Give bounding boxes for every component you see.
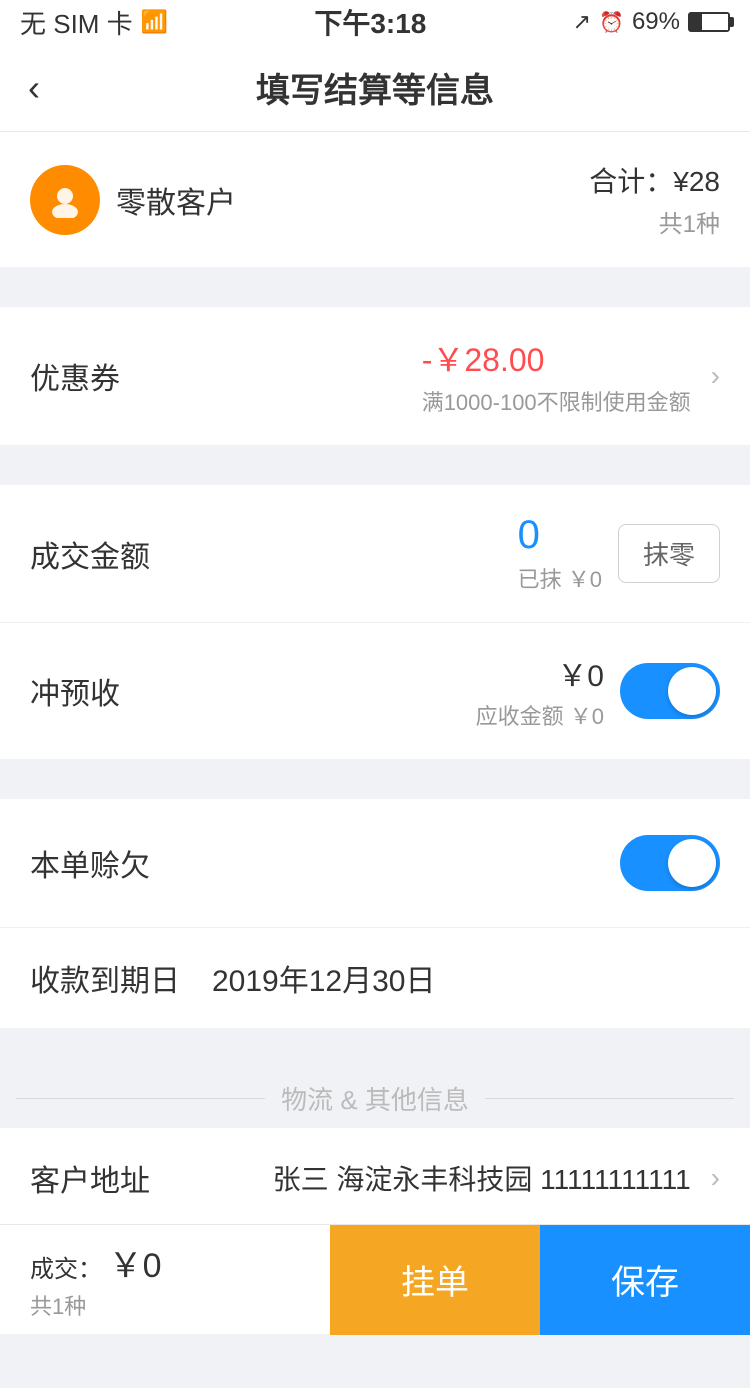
customer-avatar — [30, 165, 100, 235]
nav-bar: ‹ 填写结算等信息 — [0, 44, 750, 132]
page-title: 填写结算等信息 — [256, 63, 494, 112]
debt-row: 本单赊欠 — [0, 799, 750, 927]
customer-total: 合计：¥28 — [589, 160, 720, 200]
customer-count: 共1种 — [589, 204, 720, 239]
status-time: 下午3:18 — [314, 2, 426, 42]
back-button[interactable]: ‹ — [28, 67, 40, 109]
due-date-row: 收款到期日 2019年12月30日 — [0, 927, 750, 1028]
coupon-chevron: › — [711, 360, 720, 392]
coupon-value: -￥28.00 — [422, 335, 691, 381]
coupon-row[interactable]: 优惠券 -￥28.00 满1000-100不限制使用金额 › — [0, 307, 750, 445]
status-bar: 无 SIM 卡 📶 下午3:18 ↗ ⏰ 69% — [0, 0, 750, 44]
logistics-divider: 物流 & 其他信息 — [0, 1068, 750, 1128]
bottom-summary: 成交： ￥0 共1种 — [0, 1238, 330, 1321]
bottom-summary-count: 共1种 — [30, 1289, 300, 1321]
deal-label: 成交金额 — [30, 532, 150, 576]
customer-summary: 合计：¥28 共1种 — [589, 160, 720, 239]
address-label: 客户地址 — [30, 1156, 150, 1200]
deal-right: 0 已抹 ￥0 抹零 — [518, 513, 720, 594]
coupon-section: 优惠券 -￥28.00 满1000-100不限制使用金额 › — [0, 307, 750, 445]
debt-label: 本单赊欠 — [30, 841, 150, 885]
customer-card: 零散客户 合计：¥28 共1种 — [0, 132, 750, 267]
prepay-sub: 应收金额 ￥0 — [476, 699, 604, 731]
prepay-value: ￥0 — [476, 651, 604, 695]
coupon-right: -￥28.00 满1000-100不限制使用金额 › — [422, 335, 720, 417]
deal-section: 成交金额 0 已抹 ￥0 抹零 冲预收 ￥0 应收金额 ￥0 — [0, 485, 750, 759]
deal-value: 0 — [518, 513, 602, 558]
hang-button[interactable]: 挂单 — [330, 1225, 540, 1335]
address-value: 张三 海淀永丰科技园 11111111111 — [166, 1158, 691, 1198]
customer-left: 零散客户 — [30, 165, 236, 235]
content-area: 零散客户 合计：¥28 共1种 优惠券 -￥28.00 满1000-100不限制… — [0, 132, 750, 1388]
divider-line-left — [16, 1098, 265, 1099]
prepay-label: 冲预收 — [30, 669, 150, 713]
prepay-right: ￥0 应收金额 ￥0 — [476, 651, 720, 731]
coupon-label: 优惠券 — [30, 354, 150, 398]
deal-sub: 已抹 ￥0 — [518, 562, 602, 594]
location-icon: ↗ — [573, 9, 591, 35]
toggle-knob — [668, 667, 716, 715]
due-value: 2019年12月30日 — [212, 956, 435, 1000]
bottom-summary-top: 成交： ￥0 — [30, 1238, 300, 1287]
prepay-toggle[interactable] — [620, 663, 720, 719]
customer-name: 零散客户 — [116, 178, 236, 222]
debt-toggle[interactable] — [620, 835, 720, 891]
logistics-section: 物流 & 其他信息 客户地址 张三 海淀永丰科技园 11111111111 › — [0, 1068, 750, 1228]
deal-row: 成交金额 0 已抹 ￥0 抹零 — [0, 485, 750, 623]
save-button[interactable]: 保存 — [540, 1225, 750, 1335]
status-left: 无 SIM 卡 📶 — [20, 4, 168, 41]
divider-line-right — [485, 1098, 734, 1099]
wifi-icon: 📶 — [141, 9, 168, 35]
bottom-bar: 成交： ￥0 共1种 挂单 保存 — [0, 1224, 750, 1334]
alarm-icon: ⏰ — [599, 10, 624, 35]
battery-icon — [688, 12, 730, 32]
address-chevron: › — [711, 1162, 720, 1194]
due-label: 收款到期日 — [30, 956, 180, 1000]
summary-amount: ￥0 — [109, 1247, 162, 1285]
debt-section: 本单赊欠 收款到期日 2019年12月30日 — [0, 799, 750, 1028]
logistics-label: 物流 & 其他信息 — [281, 1080, 469, 1117]
address-row[interactable]: 客户地址 张三 海淀永丰科技园 11111111111 › — [0, 1128, 750, 1228]
battery-label: 69% — [632, 8, 680, 36]
round-zero-button[interactable]: 抹零 — [618, 524, 720, 583]
prepay-row: 冲预收 ￥0 应收金额 ￥0 — [0, 623, 750, 759]
summary-label: 成交： — [30, 1256, 102, 1283]
debt-toggle-knob — [668, 839, 716, 887]
status-right: ↗ ⏰ 69% — [573, 8, 730, 36]
coupon-sub: 满1000-100不限制使用金额 — [422, 385, 691, 417]
carrier-label: 无 SIM 卡 — [20, 4, 133, 41]
